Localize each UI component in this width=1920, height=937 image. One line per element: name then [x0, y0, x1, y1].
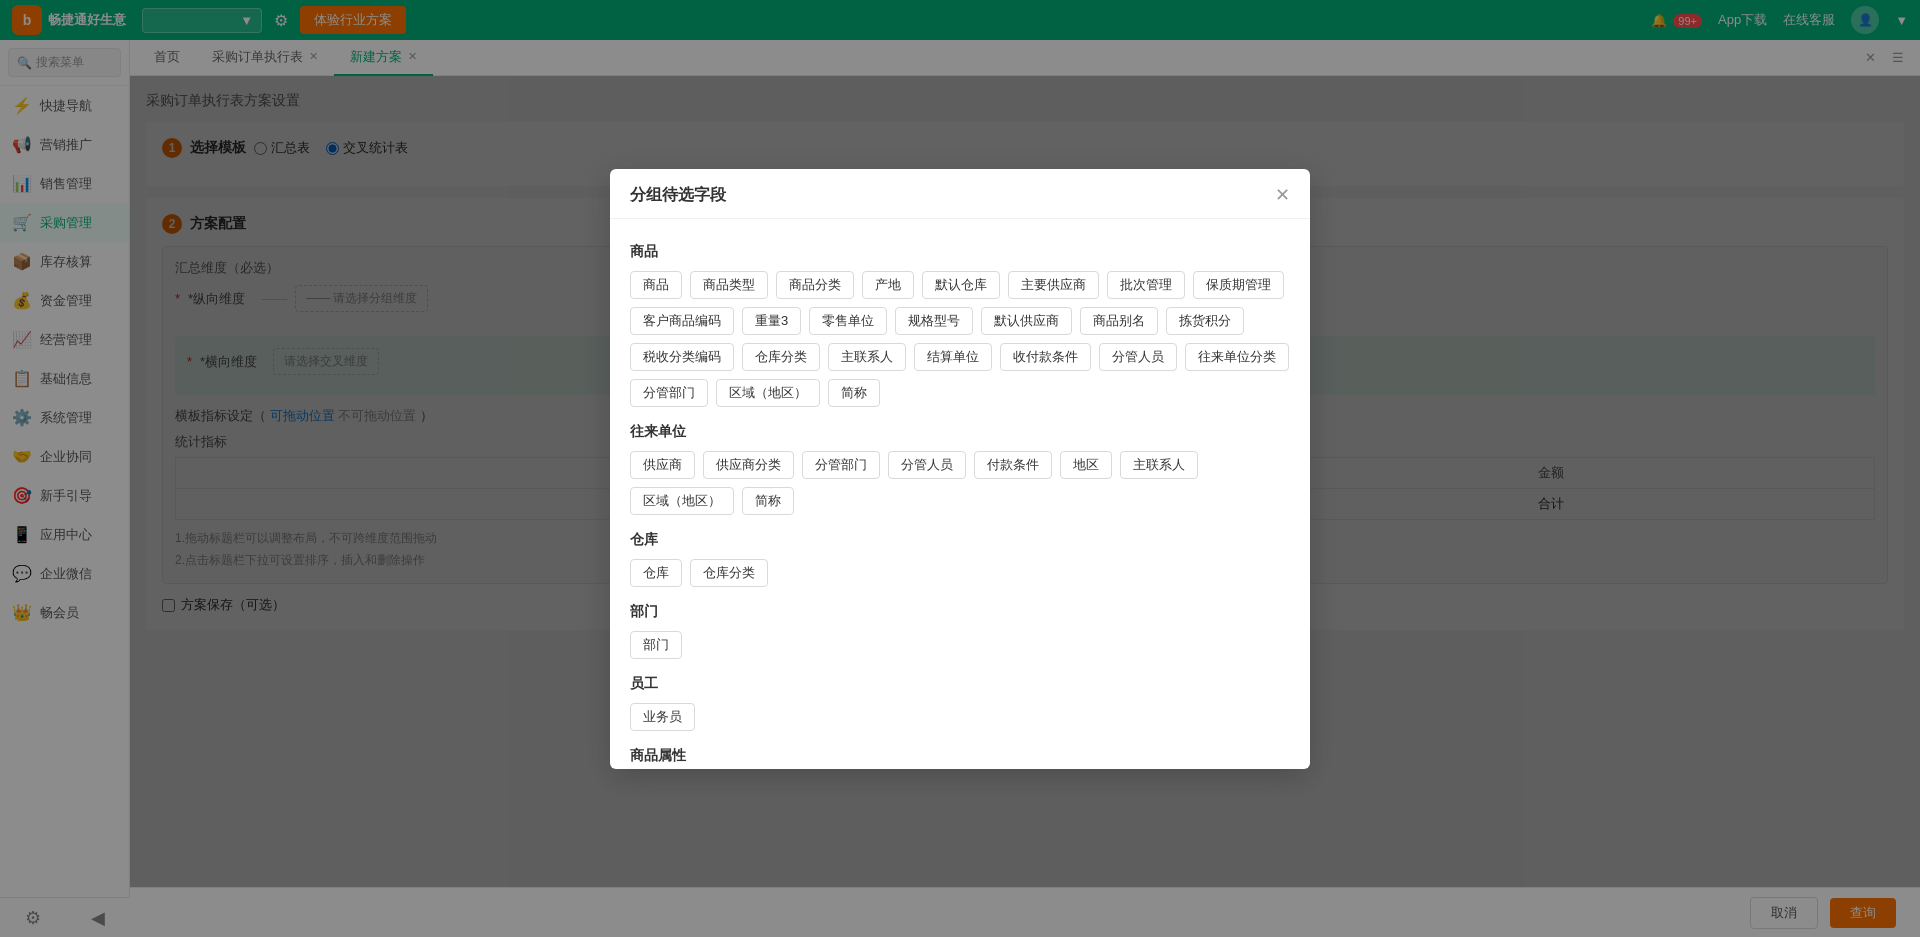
field-tag-2-0[interactable]: 仓库 [630, 559, 682, 587]
field-tag-0-17[interactable]: 主联系人 [828, 343, 906, 371]
field-tag-0-9[interactable]: 重量3 [742, 307, 801, 335]
field-tag-0-4[interactable]: 默认仓库 [922, 271, 1000, 299]
field-tag-0-19[interactable]: 收付款条件 [1000, 343, 1091, 371]
field-tag-1-5[interactable]: 地区 [1060, 451, 1112, 479]
modal: 分组待选字段 ✕ 商品商品商品类型商品分类产地默认仓库主要供应商批次管理保质期管… [610, 169, 1310, 769]
field-tag-0-10[interactable]: 零售单位 [809, 307, 887, 335]
field-tag-4-0[interactable]: 业务员 [630, 703, 695, 731]
field-tag-3-0[interactable]: 部门 [630, 631, 682, 659]
field-tag-0-14[interactable]: 拣货积分 [1166, 307, 1244, 335]
field-tag-0-5[interactable]: 主要供应商 [1008, 271, 1099, 299]
field-tag-0-22[interactable]: 分管部门 [630, 379, 708, 407]
field-tag-0-7[interactable]: 保质期管理 [1193, 271, 1284, 299]
field-tag-0-21[interactable]: 往来单位分类 [1185, 343, 1289, 371]
field-tag-0-2[interactable]: 商品分类 [776, 271, 854, 299]
section-fields-3: 部门 [630, 631, 1290, 659]
field-tag-0-16[interactable]: 仓库分类 [742, 343, 820, 371]
field-tag-0-13[interactable]: 商品别名 [1080, 307, 1158, 335]
section-fields-0: 商品商品类型商品分类产地默认仓库主要供应商批次管理保质期管理客户商品编码重量3 零… [630, 271, 1290, 407]
field-tag-1-6[interactable]: 主联系人 [1120, 451, 1198, 479]
section-title-3: 部门 [630, 603, 1290, 621]
field-tag-1-4[interactable]: 付款条件 [974, 451, 1052, 479]
section-title-5: 商品属性 [630, 747, 1290, 765]
section-fields-1: 供应商供应商分类分管部门分管人员付款条件地区主联系人区域（地区） 简称 [630, 451, 1290, 515]
field-tag-0-24[interactable]: 简称 [828, 379, 880, 407]
field-tag-0-0[interactable]: 商品 [630, 271, 682, 299]
field-tag-1-7[interactable]: 区域（地区） [630, 487, 734, 515]
field-tag-1-3[interactable]: 分管人员 [888, 451, 966, 479]
section-fields-2: 仓库仓库分类 [630, 559, 1290, 587]
section-title-4: 员工 [630, 675, 1290, 693]
field-tag-0-12[interactable]: 默认供应商 [981, 307, 1072, 335]
field-tag-0-23[interactable]: 区域（地区） [716, 379, 820, 407]
section-title-1: 往来单位 [630, 423, 1290, 441]
field-tag-0-3[interactable]: 产地 [862, 271, 914, 299]
section-title-2: 仓库 [630, 531, 1290, 549]
field-tag-1-0[interactable]: 供应商 [630, 451, 695, 479]
field-tag-0-8[interactable]: 客户商品编码 [630, 307, 734, 335]
field-tag-0-18[interactable]: 结算单位 [914, 343, 992, 371]
modal-header: 分组待选字段 ✕ [610, 169, 1310, 219]
modal-close-button[interactable]: ✕ [1275, 186, 1290, 204]
modal-body: 商品商品商品类型商品分类产地默认仓库主要供应商批次管理保质期管理客户商品编码重量… [610, 219, 1310, 769]
modal-title: 分组待选字段 [630, 185, 726, 206]
field-tag-1-2[interactable]: 分管部门 [802, 451, 880, 479]
section-fields-4: 业务员 [630, 703, 1290, 731]
field-tag-0-1[interactable]: 商品类型 [690, 271, 768, 299]
modal-overlay: 分组待选字段 ✕ 商品商品商品类型商品分类产地默认仓库主要供应商批次管理保质期管… [0, 0, 1920, 937]
field-tag-0-20[interactable]: 分管人员 [1099, 343, 1177, 371]
field-tag-2-1[interactable]: 仓库分类 [690, 559, 768, 587]
field-tag-0-6[interactable]: 批次管理 [1107, 271, 1185, 299]
field-tag-0-11[interactable]: 规格型号 [895, 307, 973, 335]
section-title-0: 商品 [630, 243, 1290, 261]
field-tag-1-1[interactable]: 供应商分类 [703, 451, 794, 479]
field-tag-0-15[interactable]: 税收分类编码 [630, 343, 734, 371]
field-tag-1-8[interactable]: 简称 [742, 487, 794, 515]
